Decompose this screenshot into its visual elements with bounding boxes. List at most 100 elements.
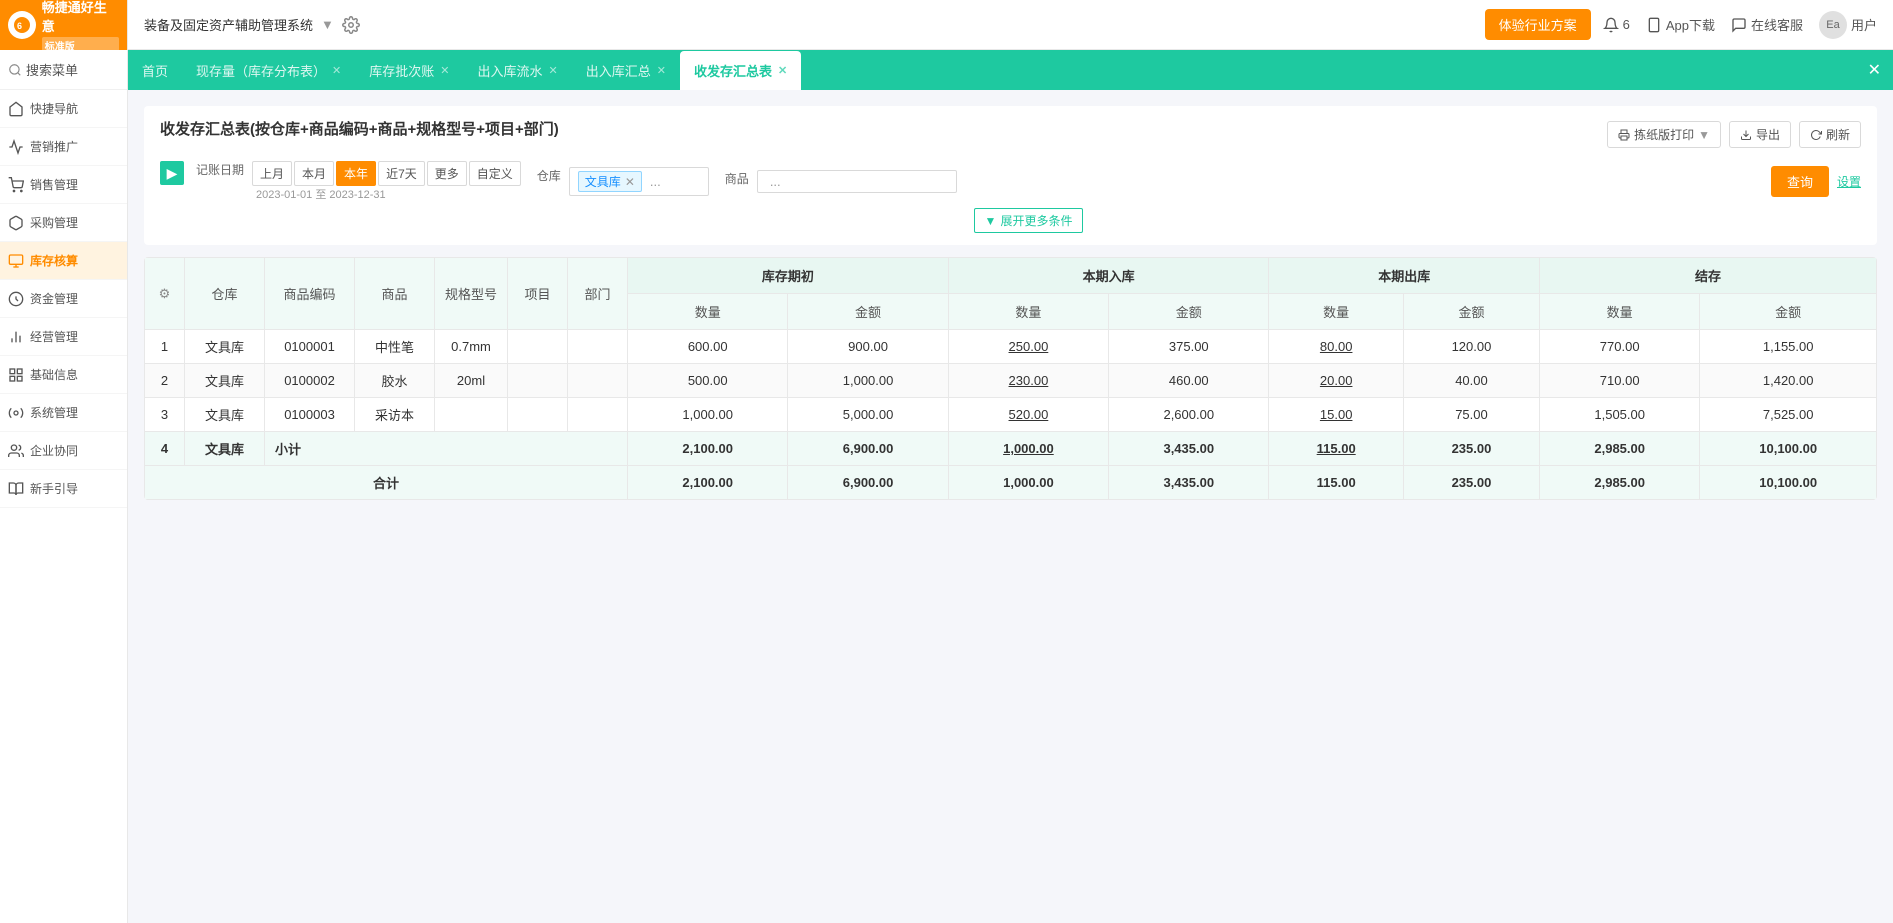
date-label: 记账日期 <box>196 161 244 178</box>
row-out-amt: 120.00 <box>1403 330 1539 364</box>
row-in-qty[interactable]: 520.00 <box>948 398 1108 432</box>
row-open-amt: 900.00 <box>788 330 948 364</box>
warehouse-tag-close[interactable]: ✕ <box>625 175 635 189</box>
tab-in-out-flow[interactable]: 出入库流水 ✕ <box>463 51 571 90</box>
row-close-amt: 1,155.00 <box>1700 330 1877 364</box>
row-spec <box>435 398 508 432</box>
sidebar-item-quick[interactable]: 快捷导航 <box>0 90 127 128</box>
total-in-amt: 3,435.00 <box>1109 466 1269 500</box>
sidebar-item-inventory[interactable]: 库存核算 <box>0 242 127 280</box>
warehouse-label: 仓库 <box>537 167 561 184</box>
goods-input[interactable]: ... <box>757 170 957 193</box>
sidebar-item-finance[interactable]: 资金管理 <box>0 280 127 318</box>
th-in-amt: 金额 <box>1109 294 1269 330</box>
page-main: 收发存汇总表(按仓库+商品编码+商品+规格型号+项目+部门) 拣纸版打印 ▼ 导… <box>128 90 1893 923</box>
tab-close-in-out-summary[interactable]: ✕ <box>657 64 666 77</box>
row-out-qty[interactable]: 80.00 <box>1269 330 1403 364</box>
sidebar-item-marketing[interactable]: 营销推广 <box>0 128 127 166</box>
total-row: 合计 2,100.00 6,900.00 1,000.00 3,435.00 1… <box>145 466 1877 500</box>
goods-more[interactable]: ... <box>766 174 785 189</box>
topbar-actions: 6 App下载 在线客服 Ea 用户 <box>1603 11 1877 39</box>
user-menu[interactable]: Ea 用户 <box>1819 11 1877 39</box>
sidebar-item-corp[interactable]: 企业协同 <box>0 432 127 470</box>
expand-conditions-btn[interactable]: ▼ 展开更多条件 <box>974 208 1084 233</box>
tab-close-batch[interactable]: ✕ <box>440 64 449 77</box>
th-warehouse: 仓库 <box>185 258 265 330</box>
th-dept: 部门 <box>568 258 628 330</box>
row-out-qty[interactable]: 20.00 <box>1269 364 1403 398</box>
tab-home[interactable]: 首页 <box>128 51 182 90</box>
th-out-qty: 数量 <box>1269 294 1403 330</box>
tab-receive-send-summary[interactable]: 收发存汇总表 ✕ <box>680 51 801 90</box>
notifications[interactable]: 6 <box>1603 17 1630 33</box>
online-service[interactable]: 在线客服 <box>1731 15 1803 34</box>
topbar-dropdown-icon[interactable]: ▼ <box>321 17 334 32</box>
subtotal-close-qty: 2,985.00 <box>1540 432 1700 466</box>
settings-link[interactable]: 设置 <box>1837 173 1861 190</box>
filter-goods-group: 商品 ... <box>725 170 957 193</box>
warehouse-input[interactable]: 文具库 ✕ ... <box>569 167 709 196</box>
tab-close-in-out-flow[interactable]: ✕ <box>549 64 558 77</box>
refresh-label: 刷新 <box>1826 126 1850 143</box>
row-in-qty[interactable]: 230.00 <box>948 364 1108 398</box>
filter-toggle[interactable]: ▶ <box>160 161 184 185</box>
sidebar-search[interactable]: 搜索菜单 <box>0 50 127 90</box>
row-seq: 1 <box>145 330 185 364</box>
th-code: 商品编码 <box>265 258 355 330</box>
tab-batch[interactable]: 库存批次账 ✕ <box>355 51 463 90</box>
sidebar-item-inventory-label: 库存核算 <box>30 252 78 269</box>
row-out-amt: 75.00 <box>1403 398 1539 432</box>
tab-close-inventory-dist[interactable]: ✕ <box>332 64 341 77</box>
th-open-qty: 数量 <box>628 294 788 330</box>
sidebar-item-guide-label: 新手引导 <box>30 480 78 497</box>
row-in-qty[interactable]: 250.00 <box>948 330 1108 364</box>
warehouse-tag-value: 文具库 <box>585 173 621 190</box>
sidebar-item-business[interactable]: 经营管理 <box>0 318 127 356</box>
subtotal-in-qty[interactable]: 1,000.00 <box>948 432 1108 466</box>
notifications-label: 6 <box>1623 17 1630 32</box>
settings-icon[interactable] <box>342 16 360 34</box>
logo-icon: 6 <box>8 11 36 39</box>
th-closing: 结存 <box>1540 258 1877 294</box>
sidebar-item-guide[interactable]: 新手引导 <box>0 470 127 508</box>
tab-in-out-summary[interactable]: 出入库汇总 ✕ <box>572 51 680 90</box>
tab-inventory-dist[interactable]: 现存量（库存分布表） ✕ <box>182 51 355 90</box>
column-settings-icon[interactable]: ⚙ <box>159 286 171 301</box>
sidebar-search-label: 搜索菜单 <box>26 60 78 79</box>
tabs-close-all[interactable]: ✕ <box>1856 60 1893 80</box>
row-dept <box>568 398 628 432</box>
app-logo: 6 畅捷通好生意 标准版 <box>0 0 127 50</box>
date-more[interactable]: 更多 <box>427 161 467 186</box>
trial-btn[interactable]: 体验行业方案 <box>1485 9 1591 40</box>
sidebar-item-sales[interactable]: 销售管理 <box>0 166 127 204</box>
row-in-amt: 375.00 <box>1109 330 1269 364</box>
row-out-qty[interactable]: 15.00 <box>1269 398 1403 432</box>
date-last-month[interactable]: 上月 <box>252 161 292 186</box>
print-btn[interactable]: 拣纸版打印 ▼ <box>1607 121 1721 148</box>
warehouse-more[interactable]: ... <box>646 174 665 189</box>
row-project <box>508 364 568 398</box>
sidebar-item-marketing-label: 营销推广 <box>30 138 78 155</box>
subtotal-out-qty[interactable]: 115.00 <box>1269 432 1403 466</box>
sidebar-item-purchase[interactable]: 采购管理 <box>0 204 127 242</box>
date-this-month[interactable]: 本月 <box>294 161 334 186</box>
page-title: 收发存汇总表(按仓库+商品编码+商品+规格型号+项目+部门) <box>160 118 559 139</box>
refresh-btn[interactable]: 刷新 <box>1799 121 1861 148</box>
sidebar-item-system[interactable]: 系统管理 <box>0 394 127 432</box>
tabs-bar: 首页 现存量（库存分布表） ✕ 库存批次账 ✕ 出入库流水 ✕ 出入库汇总 ✕ … <box>128 50 1893 90</box>
row-code: 0100002 <box>265 364 355 398</box>
warehouse-tag: 文具库 ✕ <box>578 171 642 192</box>
date-7days[interactable]: 近7天 <box>378 161 425 186</box>
row-open-qty: 500.00 <box>628 364 788 398</box>
row-dept <box>568 330 628 364</box>
data-table: ⚙ 仓库 商品编码 商品 规格型号 项目 部门 库存期初 本期入库 本期出库 结… <box>144 257 1877 500</box>
main-content: 装备及固定资产辅助管理系统 ▼ 体验行业方案 6 App下载 在线客服 Ea <box>128 0 1893 923</box>
app-download[interactable]: App下载 <box>1646 15 1715 34</box>
tab-close-receive-send-summary[interactable]: ✕ <box>778 64 787 77</box>
sidebar-item-base[interactable]: 基础信息 <box>0 356 127 394</box>
date-this-year[interactable]: 本年 <box>336 161 376 186</box>
export-btn[interactable]: 导出 <box>1729 121 1791 148</box>
app-download-label: App下载 <box>1666 15 1715 34</box>
query-btn[interactable]: 查询 <box>1771 166 1829 197</box>
date-custom[interactable]: 自定义 <box>469 161 521 186</box>
